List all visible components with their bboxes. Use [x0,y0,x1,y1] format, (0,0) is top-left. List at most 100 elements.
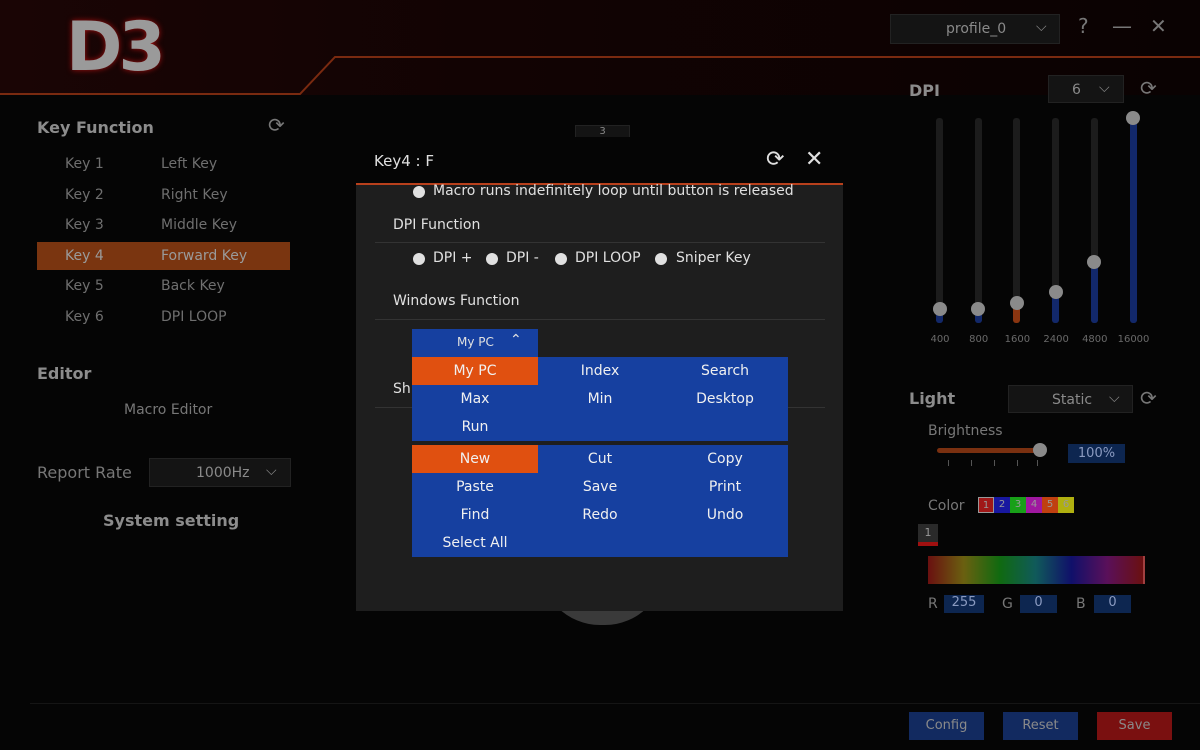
key-function: Back Key [161,278,225,294]
light-reset-icon[interactable]: ⟳ [1140,386,1157,410]
color-spectrum[interactable] [928,556,1145,584]
chevron-down-icon: ⌵ [1036,19,1047,35]
dpi-count-dropdown[interactable]: 6 ⌵ [1048,75,1124,103]
chevron-up-icon: ⌃ [510,332,522,348]
dpi-reset-icon[interactable]: ⟳ [1140,76,1157,100]
r-input[interactable]: 255 [944,595,984,613]
brightness-ticks [948,460,1038,466]
light-mode-dropdown[interactable]: Static ⌵ [1008,385,1133,413]
system-setting-button[interactable]: System setting [103,511,239,530]
color-swatch[interactable]: 1 [978,497,994,513]
key-row[interactable]: Key 3 Middle Key [37,211,290,239]
color-swatch[interactable]: 4 [1026,497,1042,513]
close-icon[interactable]: ✕ [1150,14,1167,38]
brightness-knob[interactable] [1033,443,1047,457]
key-function: Right Key [161,186,228,203]
close-icon[interactable]: ✕ [805,147,823,172]
reset-icon[interactable]: ⟳ [268,113,285,137]
dpi-slider-16000[interactable] [1126,111,1140,323]
macro-editor-link[interactable]: Macro Editor [124,402,212,418]
dpi-plus-radio[interactable] [413,253,425,265]
key-row[interactable]: Key 2 Right Key [37,181,290,209]
dropdown-option[interactable]: Redo [537,501,663,529]
dpi-slider-knob[interactable] [1009,295,1024,310]
b-input[interactable]: 0 [1094,595,1131,613]
key-name: Key 5 [65,278,104,294]
chevron-down-icon: ⌵ [1099,80,1110,96]
key-name: Key 2 [65,186,104,203]
dropdown-option[interactable]: Min [537,385,663,413]
report-rate-dropdown[interactable]: 1000Hz ⌵ [149,458,291,487]
macro-loop-label: Macro runs indefinitely loop until butto… [433,183,794,199]
key-row[interactable]: Key 5 Back Key [37,272,290,300]
key-name: Key 6 [65,308,104,325]
brightness-label: Brightness [928,423,1003,439]
dpi-level-label: 4800 [1082,334,1108,345]
key-row[interactable]: Key 1 Left Key [37,150,290,178]
color-swatch[interactable]: 2 [994,497,1010,513]
reset-button[interactable]: Reset [1003,712,1078,740]
chevron-down-icon: ⌵ [1109,390,1120,406]
dpi-slider-knob[interactable] [1087,254,1102,269]
g-input[interactable]: 0 [1020,595,1057,613]
dpi-slider-800[interactable] [971,118,986,323]
dpi-slider-knob[interactable] [971,301,986,316]
color-swatch[interactable]: 6 [1058,497,1074,513]
dpi-level-label: 400 [930,334,950,345]
logo: D3 [66,8,166,87]
dialog-header: Key4 : F ⟳ ✕ [356,137,843,185]
profile-dropdown[interactable]: profile_0 ⌵ [890,14,1060,44]
dpi-level-label: 16000 [1117,334,1150,345]
dropdown-option[interactable]: Run [412,413,538,441]
dpi-slider-2400[interactable] [1048,118,1063,323]
minimize-icon[interactable]: — [1112,14,1132,38]
brightness-value[interactable]: 100% [1068,444,1125,463]
color-swatch[interactable]: 5 [1042,497,1058,513]
g-label: G [1002,596,1013,612]
help-icon[interactable]: ? [1078,14,1089,38]
dropdown-group-1: My PC Index Search Max Min Desktop Run [412,357,788,441]
dpi-loop-label: DPI LOOP [575,250,641,266]
dpi-slider-knob[interactable] [1126,111,1140,125]
dpi-slider-4800[interactable] [1087,118,1102,323]
dropdown-option[interactable]: Max [412,385,538,413]
macro-loop-radio[interactable] [413,186,425,198]
dpi-slider-400[interactable] [932,118,947,323]
dpi-slider-1600[interactable] [1009,118,1024,323]
dropdown-option[interactable]: Search [662,357,788,385]
dropdown-option[interactable]: Index [537,357,663,385]
dropdown-option[interactable]: My PC [412,357,538,385]
dropdown-option[interactable]: Paste [412,473,538,501]
b-label: B [1076,596,1086,612]
dropdown-option[interactable]: Print [662,473,788,501]
sniper-key-radio[interactable] [655,253,667,265]
dpi-level-label: 800 [969,334,989,345]
dropdown-option[interactable]: Desktop [662,385,788,413]
dropdown-option[interactable]: Select All [412,529,538,557]
dropdown-option[interactable]: Cut [537,445,663,473]
color-label: Color [928,498,965,514]
dpi-function-label: DPI Function [393,217,481,233]
dpi-minus-radio[interactable] [486,253,498,265]
report-rate-label: Report Rate [37,463,132,482]
color-marker[interactable]: 1 [918,524,938,546]
key-row[interactable]: Key 6 DPI LOOP [37,303,290,331]
refresh-icon[interactable]: ⟳ [766,147,784,172]
light-mode-value: Static [1052,392,1093,408]
dropdown-option[interactable]: Copy [662,445,788,473]
dpi-slider-knob[interactable] [1048,285,1063,300]
dropdown-option[interactable]: Find [412,501,538,529]
config-button[interactable]: Config [909,712,984,740]
dpi-loop-radio[interactable] [555,253,567,265]
dpi-slider-knob[interactable] [932,301,947,316]
save-button[interactable]: Save [1097,712,1172,740]
dropdown-option[interactable]: Undo [662,501,788,529]
dropdown-option[interactable]: New [412,445,538,473]
key-row[interactable]: Key 4 Forward Key [37,241,290,270]
footer-divider [30,703,1200,704]
brightness-slider[interactable] [937,443,1047,457]
dropdown-option[interactable]: Save [537,473,663,501]
divider [375,242,825,243]
color-swatch[interactable]: 3 [1010,497,1026,513]
windows-function-dropdown[interactable]: My PC ⌃ [412,329,538,357]
